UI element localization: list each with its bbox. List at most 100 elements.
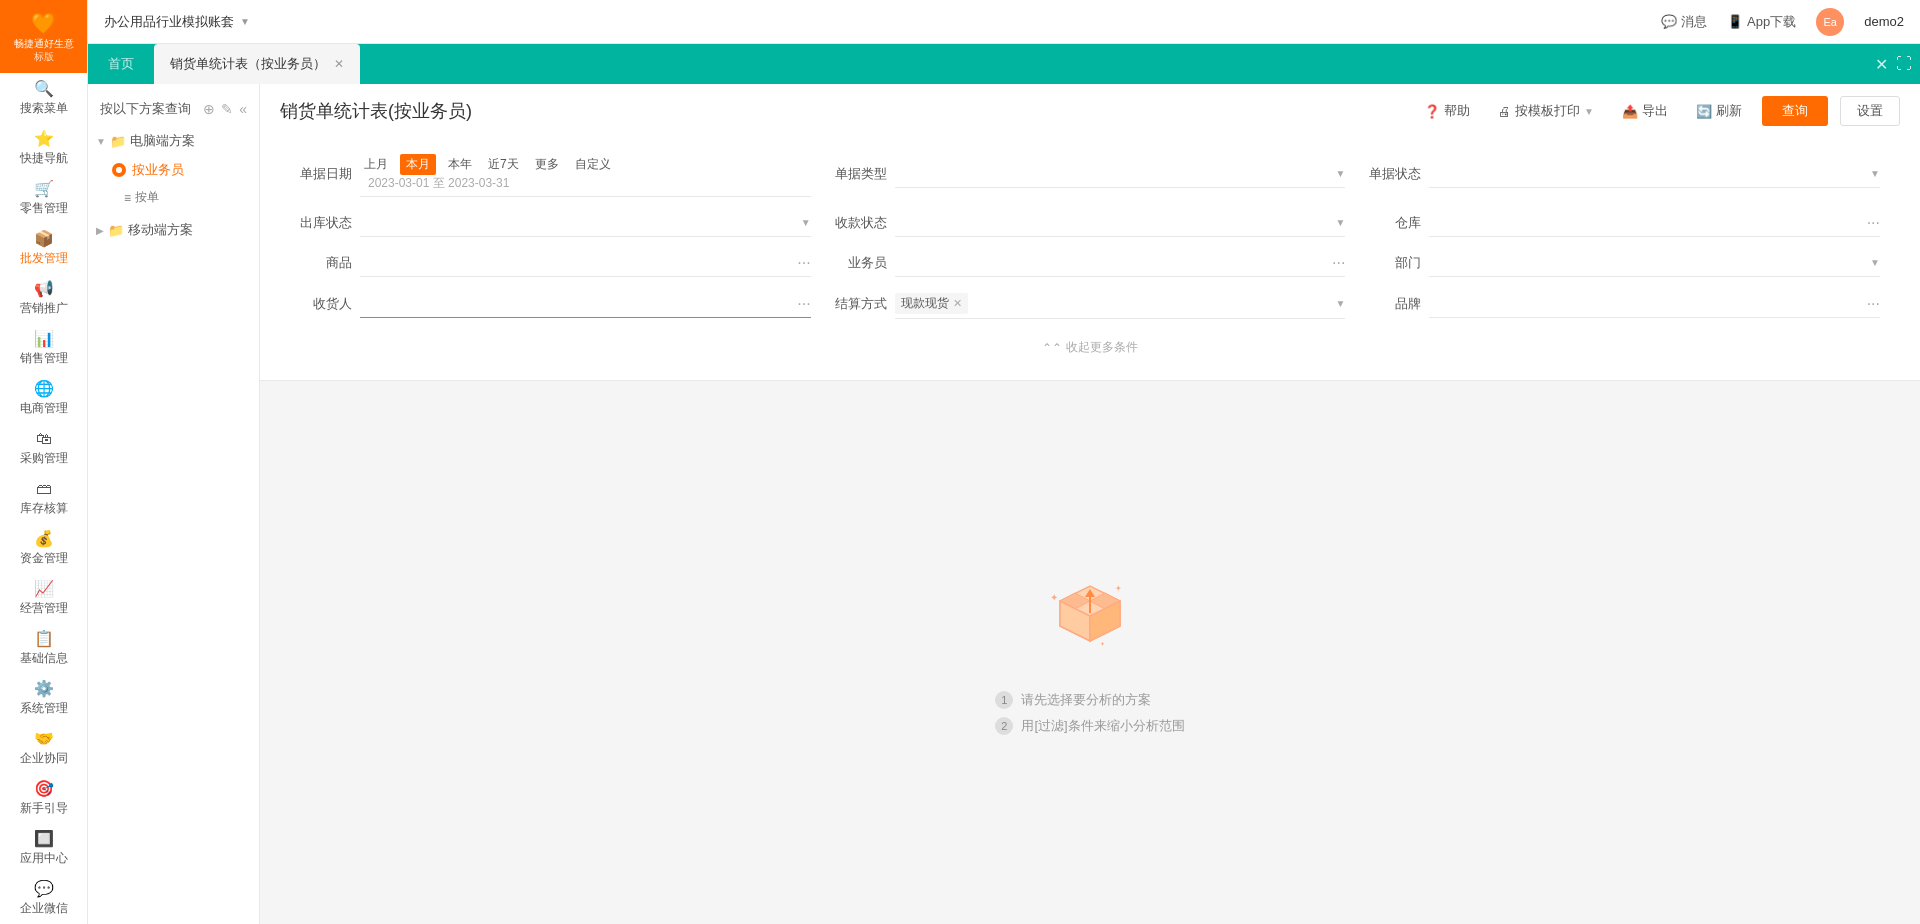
- logo-text: 畅捷通好生意: [14, 38, 74, 50]
- order-type-control[interactable]: ▼: [895, 160, 1346, 188]
- svg-text:✦: ✦: [1115, 584, 1122, 593]
- collapse-label: 收起更多条件: [1066, 339, 1138, 356]
- sidebar-item-purchase[interactable]: 🛍 采购管理: [0, 423, 87, 473]
- svg-text:✦: ✦: [1100, 641, 1105, 647]
- brand-label: 品牌: [1369, 295, 1429, 313]
- template-print-btn[interactable]: 🖨 按模板打印 ▼: [1490, 98, 1602, 124]
- sidebar-item-quick-nav[interactable]: ⭐ 快捷导航: [0, 123, 87, 173]
- app-selector[interactable]: 办公用品行业模拟账套 ▼: [104, 13, 250, 31]
- sidebar-item-ecommerce[interactable]: 🌐 电商管理: [0, 373, 87, 423]
- folder-icon-mobile: 📁: [108, 223, 124, 238]
- user-avatar[interactable]: Ea: [1816, 8, 1844, 36]
- sidebar-item-enterprise[interactable]: 🤝 企业协同: [0, 723, 87, 773]
- scheme-by-order[interactable]: ≡ 按单: [88, 184, 259, 211]
- inventory-icon: 🗃: [36, 480, 52, 498]
- date-last-month-btn[interactable]: 上月: [360, 154, 392, 175]
- salesperson-control[interactable]: ···: [895, 249, 1346, 277]
- filter-brand: 品牌 ···: [1369, 289, 1880, 319]
- date-this-year-btn[interactable]: 本年: [444, 154, 476, 175]
- receiver-control[interactable]: ···: [360, 290, 811, 318]
- collection-status-chevron-icon: ▼: [1335, 217, 1345, 228]
- sidebar-item-marketing[interactable]: 📢 营销推广: [0, 273, 87, 323]
- sidebar-item-sales-mgmt[interactable]: 📊 销售管理: [0, 323, 87, 373]
- out-status-chevron-icon: ▼: [801, 217, 811, 228]
- sidebar-item-wholesale[interactable]: 📦 批发管理: [0, 223, 87, 273]
- print-icon: 🖨: [1498, 104, 1511, 119]
- sidebar-item-basic-info-label: 基础信息: [20, 650, 68, 667]
- tab-close-window-btn[interactable]: ✕: [1875, 55, 1888, 74]
- app-download-btn[interactable]: 📱 App下载: [1727, 13, 1796, 31]
- edit-scheme-btn[interactable]: ✎: [221, 101, 233, 117]
- empty-illustration: ✦ ✦ ✦: [1040, 571, 1140, 671]
- scheme-group-desktop-label: 电脑端方案: [130, 132, 195, 150]
- tabbar: 首页 销货单统计表（按业务员） ✕ ✕ ⛶: [88, 44, 1920, 84]
- settings-btn[interactable]: 设置: [1840, 96, 1900, 126]
- query-btn[interactable]: 查询: [1762, 96, 1828, 126]
- logo[interactable]: 🧡 畅捷通好生意 标版: [0, 0, 87, 73]
- settlement-tag-remove-btn[interactable]: ✕: [953, 297, 962, 310]
- collapse-panel-btn[interactable]: «: [239, 101, 247, 117]
- sidebar-item-newbie[interactable]: 🎯 新手引导: [0, 773, 87, 823]
- sidebar-item-retail[interactable]: 🛒 零售管理: [0, 173, 87, 223]
- page-title-row: 销货单统计表(按业务员) ❓ 帮助 🖨 按模板打印 ▼ 📤: [280, 96, 1900, 126]
- collapse-btn-row: ⌃⌃ 收起更多条件: [300, 331, 1880, 368]
- scheme-by-salesperson[interactable]: 按业务员: [88, 156, 259, 184]
- settlement-control[interactable]: 现款现货 ✕ ▼: [895, 289, 1346, 319]
- username[interactable]: demo2: [1864, 14, 1904, 29]
- sidebar-item-basic-info[interactable]: 📋 基础信息: [0, 623, 87, 673]
- date-last7-btn[interactable]: 近7天: [484, 154, 523, 175]
- department-chevron-icon: ▼: [1870, 257, 1880, 268]
- message-btn[interactable]: 💬 消息: [1661, 13, 1707, 31]
- sidebar-item-search[interactable]: 🔍 搜索菜单: [0, 73, 87, 123]
- export-btn[interactable]: 📤 导出: [1614, 98, 1676, 124]
- sales-icon: 📊: [34, 329, 54, 348]
- sidebar-item-finance[interactable]: 💰 资金管理: [0, 523, 87, 573]
- download-icon: 📱: [1727, 14, 1743, 29]
- sidebar-item-operation[interactable]: 📈 经营管理: [0, 573, 87, 623]
- tab-sales-stats[interactable]: 销货单统计表（按业务员） ✕: [154, 44, 360, 84]
- sort-icon: ≡: [124, 191, 131, 205]
- order-type-chevron-icon: ▼: [1335, 168, 1345, 179]
- sidebar-item-sys-mgmt[interactable]: ⚙️ 系统管理: [0, 673, 87, 723]
- brand-control[interactable]: ···: [1429, 290, 1880, 318]
- help-btn[interactable]: ❓ 帮助: [1416, 98, 1478, 124]
- panel-actions: ⊕ ✎ «: [203, 101, 247, 117]
- receiver-dots-icon: ···: [797, 295, 810, 313]
- scheme-group-desktop-title[interactable]: ▼ 📁 电脑端方案: [88, 126, 259, 156]
- sidebar-item-app-center[interactable]: 🔲 应用中心: [0, 823, 87, 873]
- empty-tip-2: 2 用[过滤]条件来缩小分析范围: [995, 717, 1184, 735]
- empty-tips: 1 请先选择要分析的方案 2 用[过滤]条件来缩小分析范围: [995, 691, 1184, 735]
- app-download-label: App下载: [1747, 13, 1796, 31]
- scheme-group-mobile-title[interactable]: ▶ 📁 移动端方案: [88, 215, 259, 245]
- add-scheme-btn[interactable]: ⊕: [203, 101, 215, 117]
- refresh-label: 刷新: [1716, 102, 1742, 120]
- retail-icon: 🛒: [34, 179, 54, 198]
- goods-control[interactable]: ···: [360, 249, 811, 277]
- filter-settlement: 结算方式 现款现货 ✕ ▼: [835, 289, 1346, 319]
- operation-icon: 📈: [34, 579, 54, 598]
- warehouse-control[interactable]: ···: [1429, 209, 1880, 237]
- message-label: 消息: [1681, 13, 1707, 31]
- order-status-control[interactable]: ▼: [1429, 160, 1880, 188]
- sidebar-item-wechat[interactable]: 💬 企业微信: [0, 873, 87, 923]
- tab-maximize-btn[interactable]: ⛶: [1896, 55, 1912, 73]
- department-control[interactable]: ▼: [1429, 249, 1880, 277]
- refresh-btn[interactable]: 🔄 刷新: [1688, 98, 1750, 124]
- tab-home[interactable]: 首页: [88, 44, 154, 84]
- sidebar-item-sys-mgmt-label: 系统管理: [20, 700, 68, 717]
- tab-sales-stats-label: 销货单统计表（按业务员）: [170, 55, 326, 73]
- wholesale-icon: 📦: [34, 229, 54, 248]
- empty-tip-1: 1 请先选择要分析的方案: [995, 691, 1184, 709]
- sidebar-item-inventory[interactable]: 🗃 库存核算: [0, 473, 87, 523]
- collection-status-control[interactable]: ▼: [895, 209, 1346, 237]
- date-this-month-btn[interactable]: 本月: [400, 154, 436, 175]
- collapse-filter-btn[interactable]: ⌃⌃ 收起更多条件: [1026, 335, 1154, 360]
- out-status-control[interactable]: ▼: [360, 209, 811, 237]
- date-more-btn[interactable]: 更多: [531, 154, 563, 175]
- date-custom-btn[interactable]: 自定义: [571, 154, 615, 175]
- tab-close-icon[interactable]: ✕: [334, 57, 344, 71]
- sidebar-item-search-label: 搜索菜单: [20, 100, 68, 117]
- date-control[interactable]: 上月 本月 本年 近7天 更多 自定义 2023-03-01 至 2023-03…: [360, 150, 811, 197]
- order-status-label: 单据状态: [1369, 165, 1429, 183]
- department-label: 部门: [1369, 254, 1429, 272]
